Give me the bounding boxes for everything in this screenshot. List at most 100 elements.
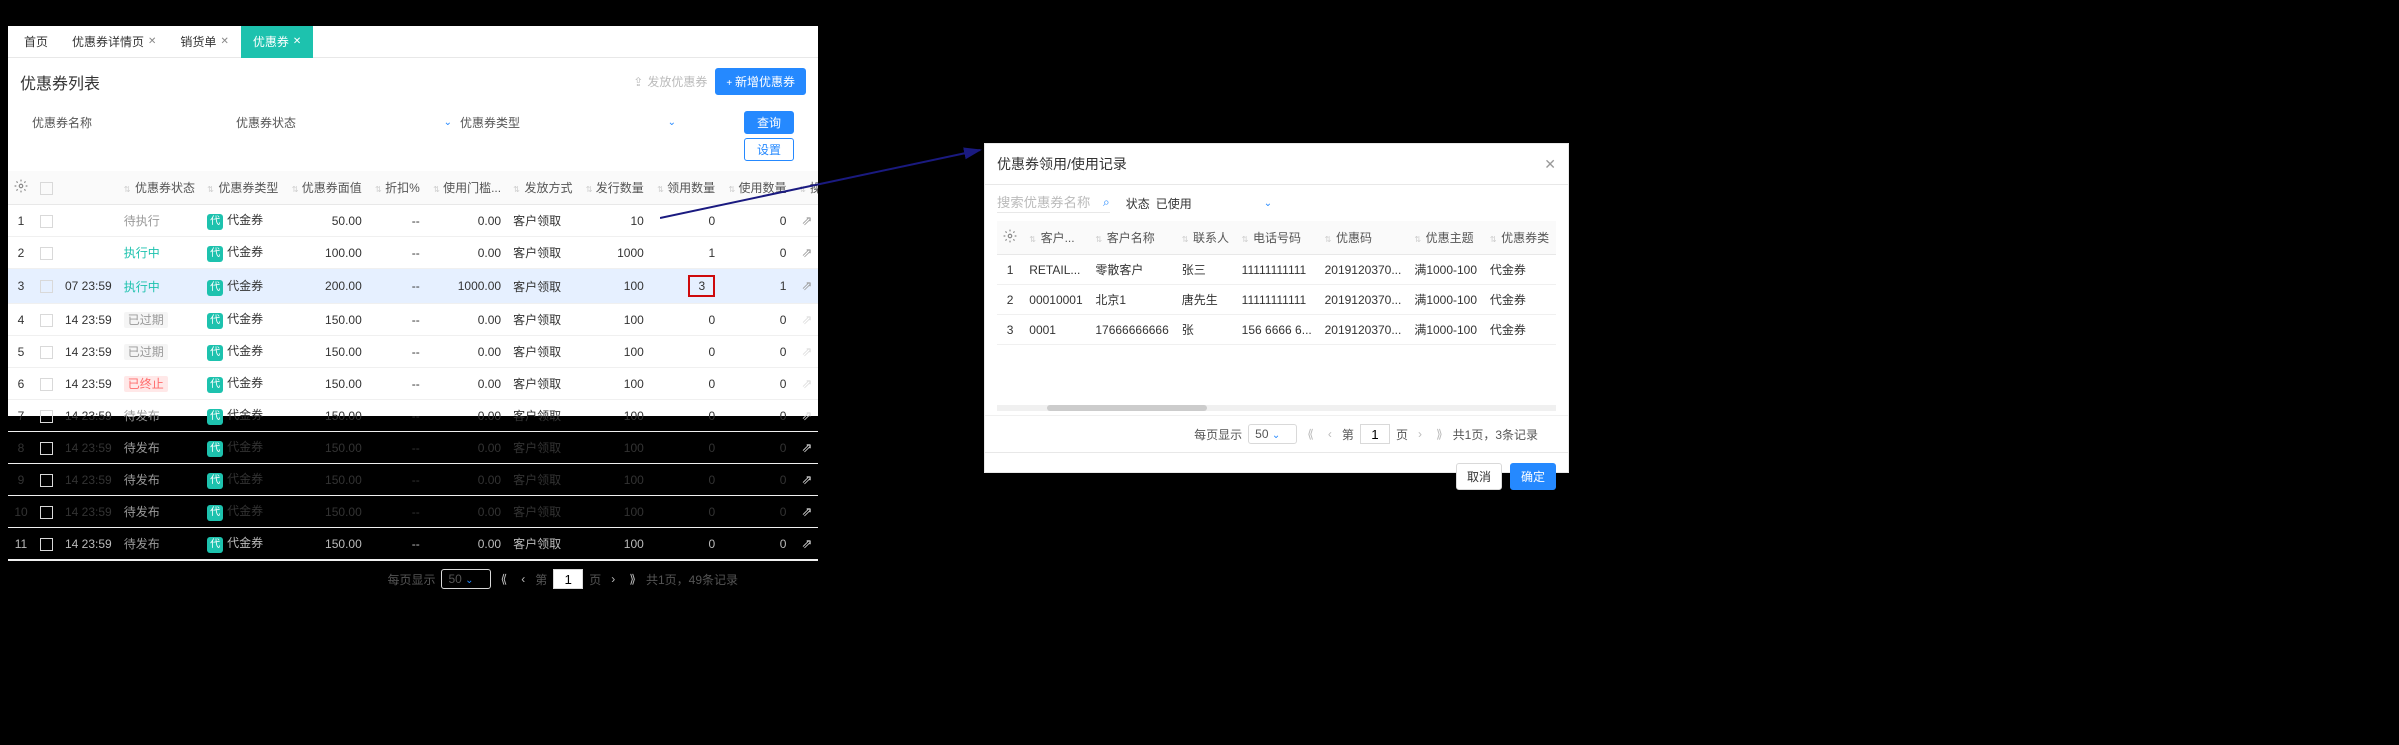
col-header[interactable]: ⇅ 操作 <box>792 171 818 205</box>
col-header[interactable]: ⇅ 优惠券面值 <box>284 171 367 205</box>
table-row[interactable]: 514 23:59已过期代代金券150.00--0.00客户领取10000⇗▦ <box>8 336 818 368</box>
col-header[interactable]: ⇅ 优惠主题 <box>1408 221 1484 255</box>
sort-icon[interactable]: ⇅ <box>124 185 132 194</box>
sort-icon[interactable]: ⇅ <box>584 185 592 194</box>
horizontal-scrollbar[interactable] <box>997 405 1556 411</box>
last-page-button[interactable]: ⟫ <box>1432 427 1447 441</box>
table-row[interactable]: 2执行中代代金券100.00--0.00客户领取100010⇗▦ <box>8 237 818 269</box>
query-button[interactable]: 查询 <box>744 111 794 134</box>
tab-销货单[interactable]: 销货单✕ <box>168 26 240 58</box>
close-icon[interactable]: ✕ <box>293 26 301 58</box>
row-checkbox[interactable] <box>40 506 53 519</box>
sort-icon[interactable]: ⇅ <box>656 185 664 194</box>
first-page-button[interactable]: ⟪ <box>1303 427 1318 441</box>
share-icon[interactable]: ⇗ <box>802 278 813 293</box>
col-header[interactable]: ⇅ 优惠码 <box>1319 221 1409 255</box>
row-checkbox[interactable] <box>40 474 53 487</box>
col-header[interactable]: ⇅ 领用数量 <box>650 171 721 205</box>
row-checkbox[interactable] <box>40 410 53 423</box>
share-icon[interactable]: ⇗ <box>802 213 813 228</box>
prev-page-button[interactable]: ‹ <box>517 572 529 586</box>
col-header[interactable]: ⇅ 折扣% <box>368 171 426 205</box>
page-input[interactable] <box>553 569 583 589</box>
row-face-value: 200.00 <box>284 269 367 304</box>
row-checkbox[interactable] <box>40 247 53 260</box>
next-page-button[interactable]: › <box>607 572 619 586</box>
row-checkbox[interactable] <box>40 538 53 551</box>
table-row[interactable]: 714 23:59待发布代代金券150.00--0.00客户领取10000⇗▦ <box>8 400 818 432</box>
col-header[interactable]: ⇅ 客户名称 <box>1089 221 1175 255</box>
settings-button[interactable]: 设置 <box>744 138 794 161</box>
table-row[interactable]: 814 23:59待发布代代金券150.00--0.00客户领取10000⇗▦ <box>8 432 818 464</box>
first-page-button[interactable]: ⟪ <box>497 572 512 586</box>
col-header[interactable]: ⇅ 使用门槛... <box>426 171 507 205</box>
tab-优惠券[interactable]: 优惠券✕ <box>241 26 313 58</box>
select-all-checkbox[interactable] <box>40 182 53 195</box>
tab-优惠券详情页[interactable]: 优惠券详情页✕ <box>60 26 168 58</box>
close-icon[interactable]: ✕ <box>220 26 228 58</box>
close-icon[interactable]: ✕ <box>1544 156 1556 173</box>
sort-icon[interactable]: ⇅ <box>1414 235 1422 244</box>
sort-icon[interactable]: ⇅ <box>1182 235 1190 244</box>
row-checkbox[interactable] <box>40 314 53 327</box>
col-header[interactable]: ⇅ 电话号码 <box>1236 221 1319 255</box>
sort-icon[interactable]: ⇅ <box>207 185 215 194</box>
table-row[interactable]: 914 23:59待发布代代金券150.00--0.00客户领取10000⇗▦ <box>8 464 818 496</box>
table-row[interactable]: 307 23:59执行中代代金券200.00--1000.00客户领取10031… <box>8 269 818 304</box>
sort-icon[interactable]: ⇅ <box>727 185 735 194</box>
share-icon[interactable]: ⇗ <box>802 245 813 260</box>
prev-page-button[interactable]: ‹ <box>1324 427 1336 441</box>
filter-status-select[interactable]: ⌄ <box>302 111 452 133</box>
row-checkbox[interactable] <box>40 346 53 359</box>
col-header[interactable]: ⇅ 优惠券状态 <box>118 171 201 205</box>
gear-icon[interactable] <box>8 171 34 205</box>
col-header[interactable]: ⇅ 联系人 <box>1176 221 1236 255</box>
next-page-button[interactable]: › <box>1414 427 1426 441</box>
table-row[interactable]: 1114 23:59待发布代代金券150.00--0.00客户领取10000⇗▦ <box>8 528 818 560</box>
table-row[interactable]: 614 23:59已终止代代金券150.00--0.00客户领取10000⇗▦ <box>8 368 818 400</box>
search-input[interactable] <box>997 195 1097 210</box>
sort-icon[interactable]: ⇅ <box>1325 235 1333 244</box>
sort-icon[interactable]: ⇅ <box>1490 235 1498 244</box>
table-row[interactable]: 1待执行代代金券50.00--0.00客户领取1000⇗▦ <box>8 205 818 237</box>
state-filter[interactable]: 状态 已使用 ⌄ <box>1126 195 1272 212</box>
table-row[interactable]: 200010001北京1唐先生111111111112019120370...满… <box>997 285 1556 315</box>
tab-首页[interactable]: 首页 <box>12 26 60 58</box>
sort-icon[interactable]: ⇅ <box>1029 235 1037 244</box>
table-row[interactable]: 414 23:59已过期代代金券150.00--0.00客户领取10000⇗▦ <box>8 304 818 336</box>
row-checkbox[interactable] <box>40 215 53 228</box>
col-header[interactable]: ⇅ 发放方式 <box>507 171 578 205</box>
sort-icon[interactable]: ⇅ <box>290 185 298 194</box>
page-input[interactable] <box>1360 424 1390 444</box>
per-page-select[interactable]: 50 ⌄ <box>441 569 490 589</box>
col-header[interactable]: ⇅ 使用数量 <box>721 171 792 205</box>
filter-type-select[interactable]: ⌄ <box>526 111 676 133</box>
cancel-button[interactable]: 取消 <box>1456 463 1502 490</box>
per-page-select[interactable]: 50 ⌄ <box>1248 424 1297 444</box>
sort-icon[interactable]: ⇅ <box>374 185 382 194</box>
close-icon[interactable]: ✕ <box>148 26 156 58</box>
table-row[interactable]: 3000117666666666张156 6666 6...2019120370… <box>997 315 1556 345</box>
filter-name-input[interactable] <box>98 111 228 133</box>
row-checkbox[interactable] <box>40 442 53 455</box>
col-header[interactable]: ⇅ 发行数量 <box>578 171 649 205</box>
sort-icon[interactable]: ⇅ <box>798 185 806 194</box>
sort-icon[interactable]: ⇅ <box>432 185 440 194</box>
row-checkbox[interactable] <box>40 280 53 293</box>
sort-icon[interactable]: ⇅ <box>1095 235 1103 244</box>
table-row[interactable]: 1RETAIL...零散客户张三111111111112019120370...… <box>997 255 1556 285</box>
table-row[interactable]: 1014 23:59待发布代代金券150.00--0.00客户领取10000⇗▦ <box>8 496 818 528</box>
confirm-button[interactable]: 确定 <box>1510 463 1556 490</box>
scrollbar-thumb[interactable] <box>1047 405 1207 411</box>
col-header[interactable]: ⇅ 优惠券类 <box>1484 221 1556 255</box>
gear-icon[interactable] <box>997 221 1023 255</box>
last-page-button[interactable]: ⟫ <box>625 572 640 586</box>
col-header[interactable]: ⇅ 优惠券类型 <box>201 171 284 205</box>
search-icon[interactable]: ⌕ <box>1103 195 1110 210</box>
row-time: 14 23:59 <box>59 368 118 400</box>
row-checkbox[interactable] <box>40 378 53 391</box>
sort-icon[interactable]: ⇅ <box>1242 235 1250 244</box>
sort-icon[interactable]: ⇅ <box>513 185 521 194</box>
col-header[interactable]: ⇅ 客户... <box>1023 221 1089 255</box>
add-coupon-button[interactable]: + 新增优惠券 <box>715 68 806 95</box>
